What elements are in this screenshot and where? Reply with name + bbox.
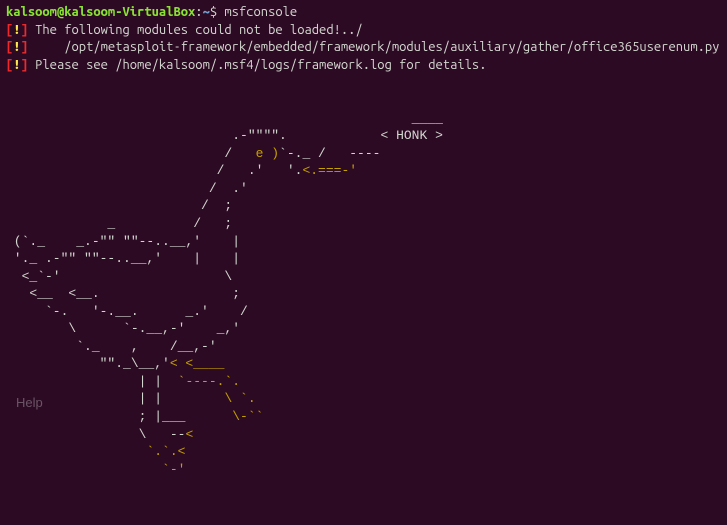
help-label[interactable]: Help — [16, 394, 43, 412]
typed-command[interactable]: msfconsole — [224, 5, 297, 19]
honk-label: HONK — [396, 128, 427, 143]
prompt-user-host: kalsoom@kalsoom-VirtualBox — [6, 5, 195, 19]
prompt-colon: : — [195, 5, 202, 19]
warning-line-2: [!] /opt/metasploit-framework/embedded/f… — [6, 39, 721, 57]
goose-ascii-art: ____ .-"""". < HONK > / e )`-._ / ---- /… — [6, 92, 721, 478]
prompt-dollar: $ — [210, 5, 217, 19]
prompt-path: ~ — [203, 5, 210, 19]
terminal-prompt-line: kalsoom@kalsoom-VirtualBox:~$ msfconsole — [6, 4, 721, 22]
warning-line-3: [!] Please see /home/kalsoom/.msf4/logs/… — [6, 57, 721, 75]
warning-line-1: [!] The following modules could not be l… — [6, 22, 721, 40]
